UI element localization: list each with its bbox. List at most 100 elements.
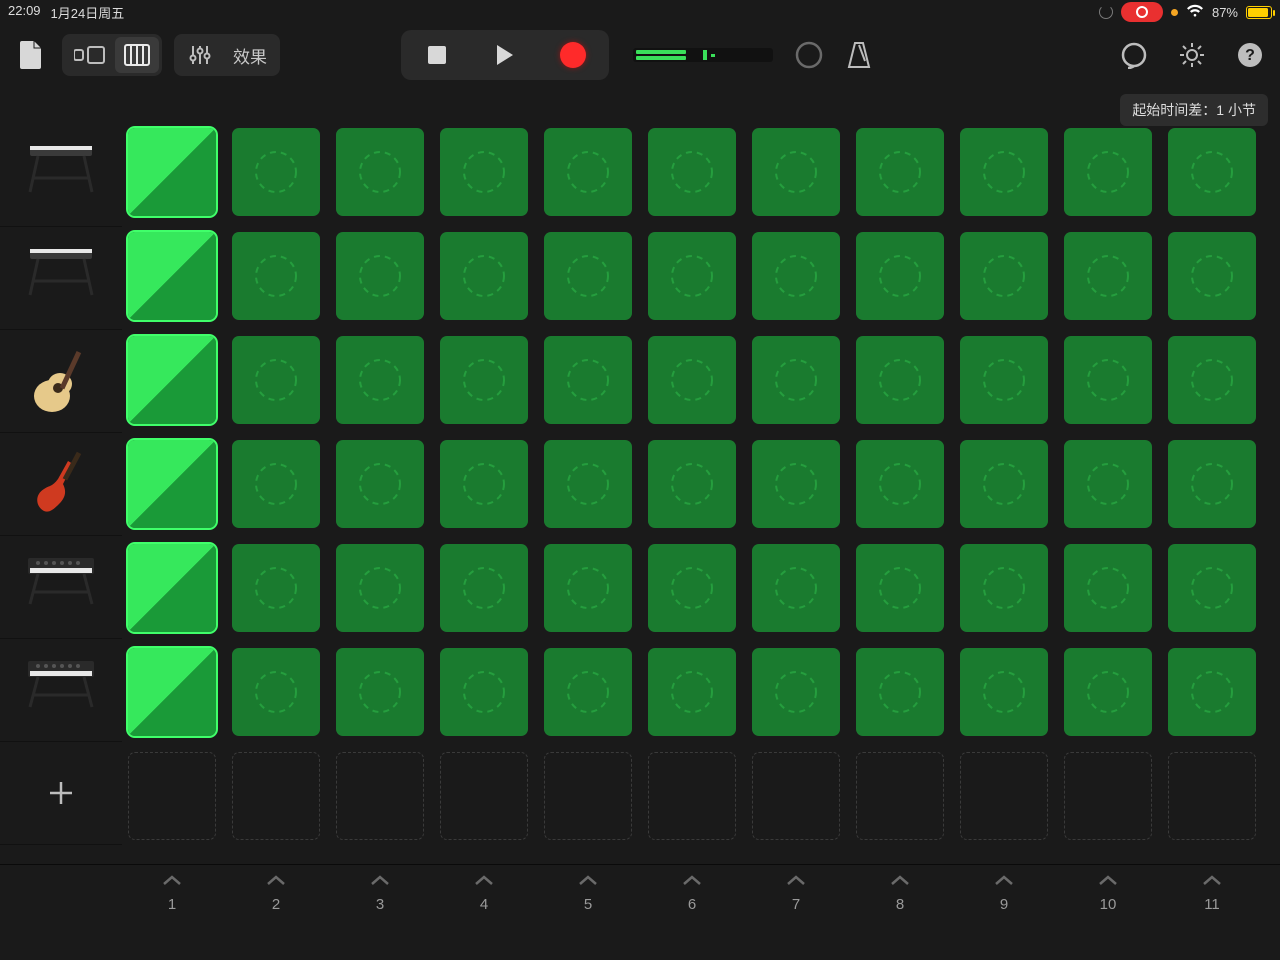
loop-cell-r1-c4[interactable]: [440, 128, 528, 216]
empty-loop-cell-c10[interactable]: [1064, 752, 1152, 840]
add-track-button[interactable]: [0, 742, 122, 845]
loop-cell-r1-c9[interactable]: [960, 128, 1048, 216]
loop-cell-r3-c5[interactable]: [544, 336, 632, 424]
column-trigger-1[interactable]: 1: [128, 873, 216, 960]
loop-cell-r5-c10[interactable]: [1064, 544, 1152, 632]
stop-button[interactable]: [405, 34, 469, 76]
start-offset-badge[interactable]: 起始时间差：1 小节: [1120, 94, 1268, 126]
loop-cell-r6-c7[interactable]: [752, 648, 840, 736]
loop-cell-r3-c3[interactable]: [336, 336, 424, 424]
loop-cell-r1-c5[interactable]: [544, 128, 632, 216]
loop-cell-r3-c4[interactable]: [440, 336, 528, 424]
empty-loop-cell-c3[interactable]: [336, 752, 424, 840]
empty-loop-cell-c11[interactable]: [1168, 752, 1256, 840]
loop-cell-r5-c8[interactable]: [856, 544, 944, 632]
loop-cell-r4-c1[interactable]: [128, 440, 216, 528]
help-button[interactable]: ?: [1230, 35, 1270, 75]
loop-cell-r5-c4[interactable]: [440, 544, 528, 632]
column-trigger-10[interactable]: 10: [1064, 873, 1152, 960]
loop-cell-r2-c11[interactable]: [1168, 232, 1256, 320]
play-button[interactable]: [473, 34, 537, 76]
column-trigger-8[interactable]: 8: [856, 873, 944, 960]
track-header-synth-2[interactable]: [0, 639, 122, 742]
loop-cell-r2-c3[interactable]: [336, 232, 424, 320]
column-trigger-3[interactable]: 3: [336, 873, 424, 960]
loop-cell-r2-c7[interactable]: [752, 232, 840, 320]
loop-browser-button[interactable]: [1114, 35, 1154, 75]
loop-cell-r6-c10[interactable]: [1064, 648, 1152, 736]
loop-cell-r1-c11[interactable]: [1168, 128, 1256, 216]
empty-loop-cell-c8[interactable]: [856, 752, 944, 840]
loop-cell-r1-c1[interactable]: [128, 128, 216, 216]
loop-cell-r6-c2[interactable]: [232, 648, 320, 736]
loop-cell-r2-c10[interactable]: [1064, 232, 1152, 320]
settings-button[interactable]: [1172, 35, 1212, 75]
loop-cell-r6-c8[interactable]: [856, 648, 944, 736]
loop-cell-r2-c5[interactable]: [544, 232, 632, 320]
loop-cell-r1-c10[interactable]: [1064, 128, 1152, 216]
loop-cell-r6-c4[interactable]: [440, 648, 528, 736]
loop-cell-r5-c9[interactable]: [960, 544, 1048, 632]
loop-cell-r4-c11[interactable]: [1168, 440, 1256, 528]
loop-cell-r4-c8[interactable]: [856, 440, 944, 528]
loop-cell-r5-c2[interactable]: [232, 544, 320, 632]
empty-loop-cell-c9[interactable]: [960, 752, 1048, 840]
empty-loop-cell-c1[interactable]: [128, 752, 216, 840]
loop-cell-r4-c10[interactable]: [1064, 440, 1152, 528]
column-trigger-9[interactable]: 9: [960, 873, 1048, 960]
loop-cell-r3-c8[interactable]: [856, 336, 944, 424]
track-header-keyboard-2[interactable]: [0, 227, 122, 330]
loop-cell-r1-c2[interactable]: [232, 128, 320, 216]
column-trigger-2[interactable]: 2: [232, 873, 320, 960]
track-header-acoustic-guitar[interactable]: [0, 330, 122, 433]
track-header-keyboard-1[interactable]: [0, 124, 122, 227]
loop-cell-r6-c1[interactable]: [128, 648, 216, 736]
loop-cell-r5-c6[interactable]: [648, 544, 736, 632]
loop-cell-r2-c8[interactable]: [856, 232, 944, 320]
loop-cell-r2-c6[interactable]: [648, 232, 736, 320]
loop-cell-r3-c1[interactable]: [128, 336, 216, 424]
empty-loop-cell-c4[interactable]: [440, 752, 528, 840]
loop-cell-r3-c11[interactable]: [1168, 336, 1256, 424]
column-trigger-4[interactable]: 4: [440, 873, 528, 960]
loop-cell-r4-c4[interactable]: [440, 440, 528, 528]
loop-cell-r3-c6[interactable]: [648, 336, 736, 424]
empty-loop-cell-c2[interactable]: [232, 752, 320, 840]
empty-loop-cell-c5[interactable]: [544, 752, 632, 840]
loop-cell-r3-c10[interactable]: [1064, 336, 1152, 424]
column-trigger-5[interactable]: 5: [544, 873, 632, 960]
screen-recording-indicator[interactable]: [1121, 2, 1163, 22]
loop-cell-r5-c1[interactable]: [128, 544, 216, 632]
loop-cell-r2-c4[interactable]: [440, 232, 528, 320]
loop-cell-r4-c9[interactable]: [960, 440, 1048, 528]
loop-cell-r2-c2[interactable]: [232, 232, 320, 320]
loop-cell-r2-c9[interactable]: [960, 232, 1048, 320]
loop-cell-r4-c7[interactable]: [752, 440, 840, 528]
column-trigger-7[interactable]: 7: [752, 873, 840, 960]
tracks-view-button[interactable]: [65, 37, 115, 73]
loop-cell-r6-c9[interactable]: [960, 648, 1048, 736]
loop-cell-r6-c5[interactable]: [544, 648, 632, 736]
loop-cell-r6-c6[interactable]: [648, 648, 736, 736]
loop-cell-r5-c5[interactable]: [544, 544, 632, 632]
metronome-button[interactable]: [839, 35, 879, 75]
fx-button[interactable]: 效果: [223, 37, 277, 73]
loop-cell-r3-c7[interactable]: [752, 336, 840, 424]
track-controls-button[interactable]: [177, 37, 223, 73]
loop-cell-r1-c6[interactable]: [648, 128, 736, 216]
loop-cell-r4-c5[interactable]: [544, 440, 632, 528]
loop-cell-r4-c2[interactable]: [232, 440, 320, 528]
loop-cell-r6-c3[interactable]: [336, 648, 424, 736]
loop-cell-r5-c11[interactable]: [1168, 544, 1256, 632]
loop-cell-r2-c1[interactable]: [128, 232, 216, 320]
loop-cell-r5-c3[interactable]: [336, 544, 424, 632]
track-header-synth-1[interactable]: [0, 536, 122, 639]
loop-cell-r1-c3[interactable]: [336, 128, 424, 216]
loop-cell-r3-c9[interactable]: [960, 336, 1048, 424]
column-trigger-6[interactable]: 6: [648, 873, 736, 960]
empty-loop-cell-c7[interactable]: [752, 752, 840, 840]
loop-cell-r4-c3[interactable]: [336, 440, 424, 528]
live-loops-view-button[interactable]: [115, 37, 159, 73]
loop-cell-r3-c2[interactable]: [232, 336, 320, 424]
loop-cell-r6-c11[interactable]: [1168, 648, 1256, 736]
